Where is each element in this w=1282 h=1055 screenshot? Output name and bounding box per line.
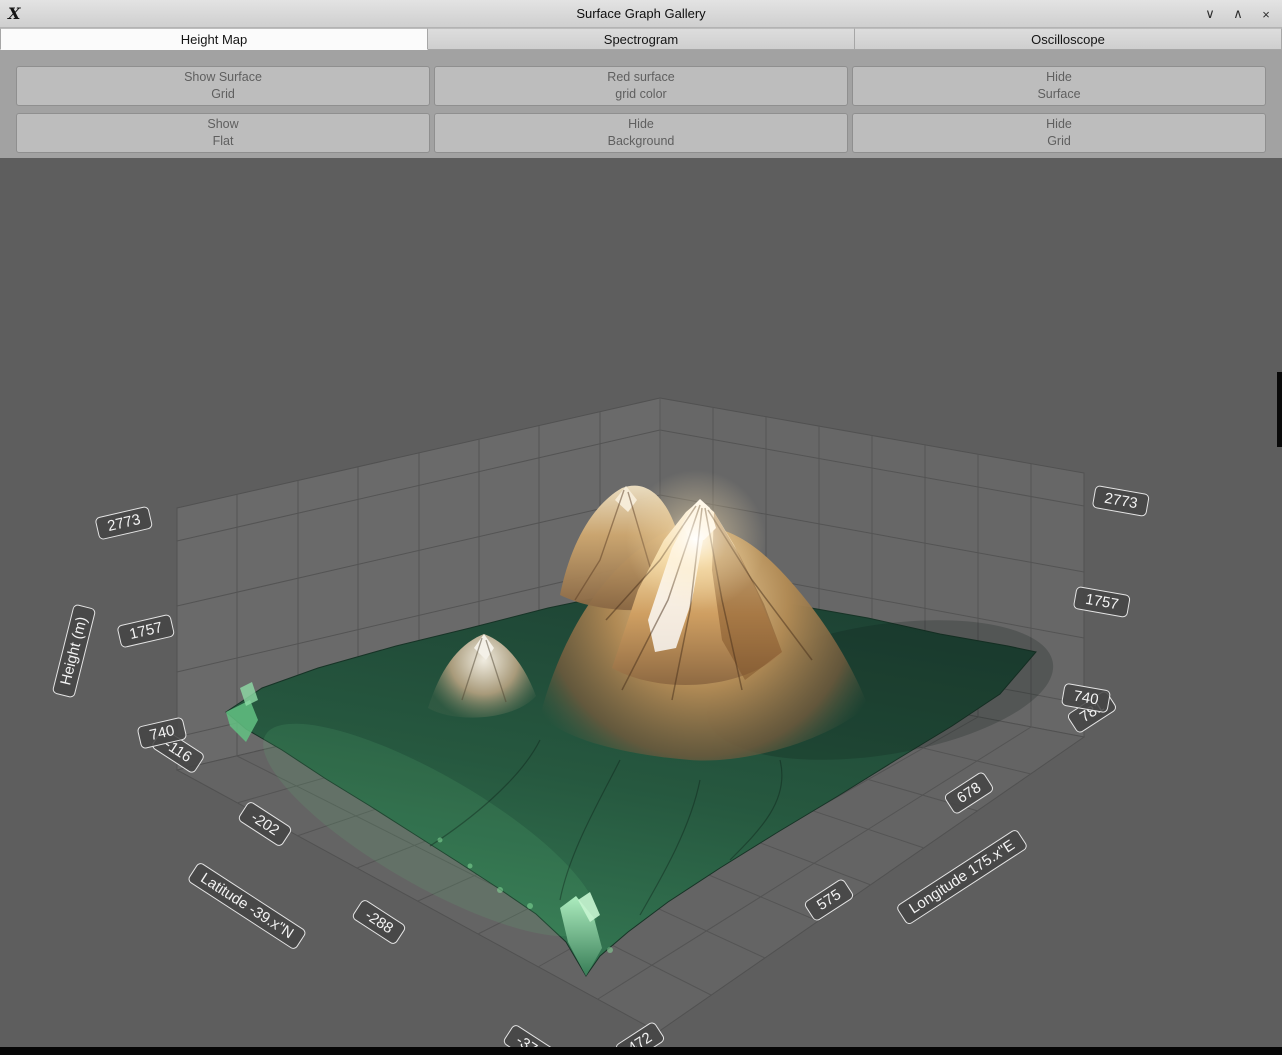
- button-label: Hide: [1046, 116, 1072, 133]
- button-label: Background: [608, 133, 675, 150]
- show-flat-button[interactable]: Show Flat: [16, 113, 430, 153]
- app-window: -116 781 2773 1757 740 2773 1757 740 -20…: [0, 0, 1282, 1055]
- button-label: Grid: [1047, 133, 1071, 150]
- tab-height-map[interactable]: Height Map: [0, 28, 428, 50]
- tabbar: Height Map Spectrogram Oscilloscope: [0, 28, 1282, 50]
- window-controls: ∨ ∧ ×: [1202, 0, 1274, 28]
- maximize-icon[interactable]: ∧: [1230, 6, 1246, 22]
- tab-spectrogram[interactable]: Spectrogram: [428, 28, 855, 50]
- surface-3d-canvas[interactable]: [0, 0, 1282, 1055]
- show-surface-grid-button[interactable]: Show Surface Grid: [16, 66, 430, 106]
- button-label: Show Surface: [184, 69, 262, 86]
- hide-surface-button[interactable]: Hide Surface: [852, 66, 1266, 106]
- button-label: Flat: [213, 133, 234, 150]
- screen-artifact: [1277, 372, 1282, 447]
- button-label: Hide: [1046, 69, 1072, 86]
- hide-grid-button[interactable]: Hide Grid: [852, 113, 1266, 153]
- button-label: Red surface: [607, 69, 674, 86]
- bottom-edge: [0, 1047, 1282, 1055]
- button-label: Hide: [628, 116, 654, 133]
- button-label: Grid: [211, 86, 235, 103]
- titlebar: X Surface Graph Gallery ∨ ∧ ×: [0, 0, 1282, 28]
- shade-icon[interactable]: ∨: [1202, 6, 1218, 22]
- surface-grid-color-button[interactable]: Red surface grid color: [434, 66, 848, 106]
- hide-background-button[interactable]: Hide Background: [434, 113, 848, 153]
- button-label: Surface: [1037, 86, 1080, 103]
- button-label: Show: [207, 116, 238, 133]
- close-icon[interactable]: ×: [1258, 7, 1274, 22]
- surface-plot[interactable]: -116 781 2773 1757 740 2773 1757 740 -20…: [0, 0, 1282, 1055]
- button-label: grid color: [615, 86, 666, 103]
- window-title: Surface Graph Gallery: [0, 0, 1282, 28]
- toolbar: Show Surface Grid Red surface grid color…: [0, 50, 1282, 158]
- tab-oscilloscope[interactable]: Oscilloscope: [855, 28, 1282, 50]
